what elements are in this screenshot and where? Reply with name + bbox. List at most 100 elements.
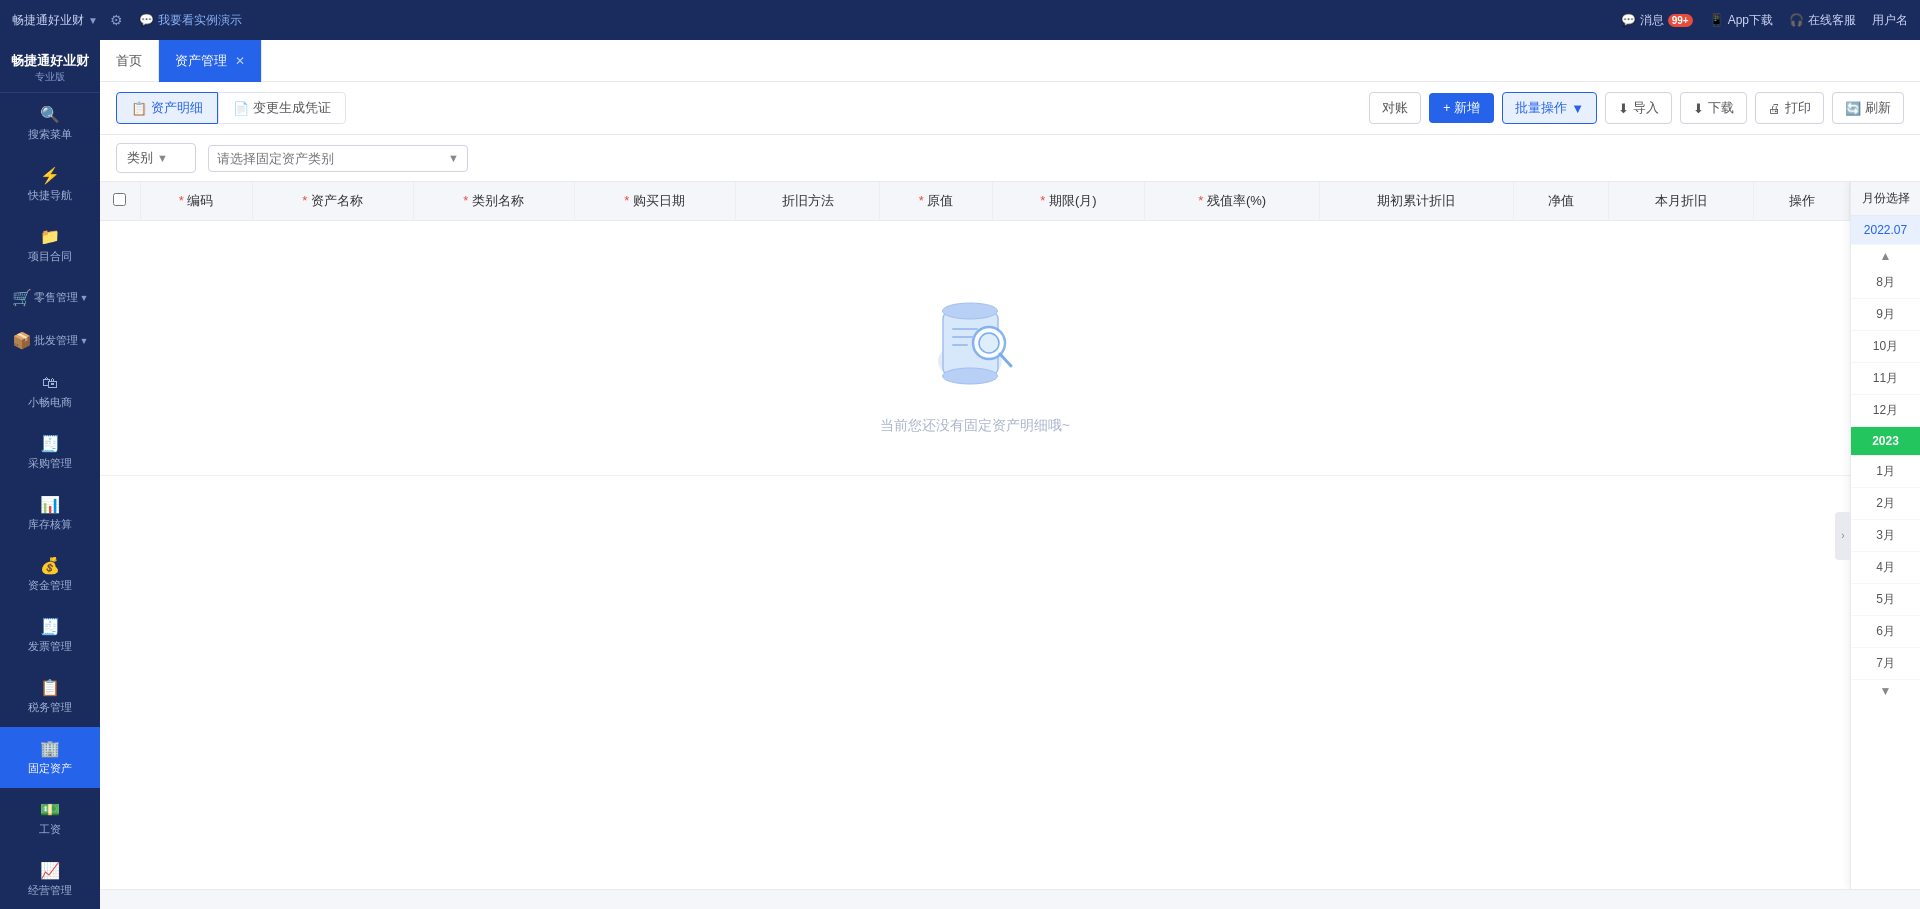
page-content: 📋 资产明细 📄 变更生成凭证 对账 + 新增	[100, 82, 1920, 909]
print-button[interactable]: 🖨 打印	[1755, 92, 1824, 124]
add-button[interactable]: + 新增	[1429, 93, 1494, 123]
month-item-3[interactable]: 3月	[1851, 520, 1920, 552]
category-type-arrow-icon: ▼	[157, 152, 168, 164]
online-service-button[interactable]: 🎧 在线客服	[1789, 12, 1856, 29]
sidebar-label-invoice: 发票管理	[28, 639, 72, 654]
sidebar-item-tax[interactable]: 📋 税务管理	[0, 666, 100, 727]
message-label: 消息	[1640, 12, 1664, 29]
bottom-scroll-bar[interactable]	[100, 889, 1920, 909]
tab-asset-close-icon[interactable]: ✕	[235, 54, 245, 68]
add-label: + 新增	[1443, 99, 1480, 117]
subtab-detail-icon: 📋	[131, 101, 147, 116]
month-list: 2022.07 ▲ 8月 9月 10月 11月 12月 2023 1月 2月 3…	[1851, 216, 1920, 889]
download-button[interactable]: ⬇ 下载	[1680, 92, 1747, 124]
refresh-button[interactable]: 🔄 刷新	[1832, 92, 1904, 124]
print-label: 打印	[1785, 99, 1811, 117]
month-item-12[interactable]: 12月	[1851, 395, 1920, 427]
category-input[interactable]	[209, 146, 448, 171]
sidebar-label-search: 搜索菜单	[28, 127, 72, 142]
month-panel-toggle[interactable]: ›	[1835, 512, 1851, 560]
sidebar-label-operation: 经营管理	[28, 883, 72, 898]
month-item-6[interactable]: 6月	[1851, 616, 1920, 648]
headset-icon: 🎧	[1789, 13, 1804, 27]
month-item-2[interactable]: 2月	[1851, 488, 1920, 520]
sidebar-item-inventory[interactable]: 📊 库存核算	[0, 483, 100, 544]
empty-illustration	[915, 281, 1035, 401]
logo-main: 畅捷通好业财	[8, 52, 92, 70]
sidebar-label-fixed: 固定资产	[28, 761, 72, 776]
month-item-8[interactable]: 8月	[1851, 267, 1920, 299]
month-item-5[interactable]: 5月	[1851, 584, 1920, 616]
sidebar-item-operation[interactable]: 📈 经营管理	[0, 849, 100, 909]
project-icon: 📁	[40, 227, 60, 246]
salary-icon: 💵	[40, 800, 60, 819]
svg-point-5	[979, 333, 999, 353]
app-logo: 畅捷通好业财 专业版	[0, 40, 100, 93]
company-name: 畅捷通好业财	[12, 12, 84, 29]
refresh-icon: 🔄	[1845, 101, 1861, 116]
batch-button[interactable]: 批量操作 ▼	[1502, 92, 1597, 124]
sidebar-item-project[interactable]: 📁 项目合同	[0, 215, 100, 276]
month-item-10[interactable]: 10月	[1851, 331, 1920, 363]
wholesale-arrow-icon: ▼	[80, 336, 89, 346]
sidebar-item-quicknav[interactable]: ⚡ 快捷导航	[0, 154, 100, 215]
month-item-9[interactable]: 9月	[1851, 299, 1920, 331]
toolbar-right: 对账 + 新增 批量操作 ▼ ⬇ 导入 ⬇ 下载	[1369, 92, 1904, 124]
sidebar-item-wholesale[interactable]: 📦 批发管理 ▼	[0, 319, 100, 362]
company-selector[interactable]: 畅捷通好业财 ▼	[12, 12, 98, 29]
subtab-voucher[interactable]: 📄 变更生成凭证	[218, 92, 346, 124]
tab-asset[interactable]: 资产管理 ✕	[159, 40, 262, 82]
sidebar-item-search[interactable]: 🔍 搜索菜单	[0, 93, 100, 154]
sidebar-item-retail[interactable]: 🛒 零售管理 ▼	[0, 276, 100, 319]
tab-home-label: 首页	[116, 52, 142, 70]
sidebar-item-capital[interactable]: 💰 资金管理	[0, 544, 100, 605]
top-bar: 畅捷通好业财 ▼ ⚙ 💬 我要看实例演示 💬 消息 99+ 📱 App下载 🎧 …	[0, 0, 1920, 40]
ecommerce-icon: 🛍	[42, 374, 58, 392]
reconcile-button[interactable]: 对账	[1369, 92, 1421, 124]
sidebar-item-salary[interactable]: 💵 工资	[0, 788, 100, 849]
category-filter[interactable]: ▼	[208, 145, 468, 172]
svg-point-3	[942, 368, 997, 384]
col-code: * 编码	[140, 182, 252, 221]
settings-icon[interactable]: ⚙	[110, 12, 123, 28]
tabs-bar: 首页 资产管理 ✕	[100, 40, 1920, 82]
download-icon: ⬇	[1693, 101, 1704, 116]
purchase-icon: 🧾	[40, 434, 60, 453]
category-type-label: 类别	[127, 149, 153, 167]
month-up-nav[interactable]: ▲	[1851, 245, 1920, 267]
message-button[interactable]: 💬 消息 99+	[1621, 12, 1693, 29]
sidebar-item-invoice[interactable]: 🧾 发票管理	[0, 605, 100, 666]
category-type-selector[interactable]: 类别 ▼	[116, 143, 196, 173]
sidebar-item-purchase[interactable]: 🧾 采购管理	[0, 422, 100, 483]
month-down-nav[interactable]: ▼	[1851, 680, 1920, 702]
col-depreciation-method: 折旧方法	[735, 182, 880, 221]
month-panel-title: 月份选择	[1851, 182, 1920, 216]
user-menu[interactable]: 用户名	[1872, 12, 1908, 29]
sidebar-item-fixed[interactable]: 🏢 固定资产	[0, 727, 100, 788]
month-item-11[interactable]: 11月	[1851, 363, 1920, 395]
demo-button[interactable]: 💬 我要看实例演示	[139, 12, 242, 29]
col-residual: * 残值率(%)	[1145, 182, 1320, 221]
app-download-button[interactable]: 📱 App下载	[1709, 12, 1773, 29]
content-area: 首页 资产管理 ✕ 📋 资产明细 📄 变更生成凭证	[100, 40, 1920, 909]
sidebar-item-ecommerce[interactable]: 🛍 小畅电商	[0, 362, 100, 422]
subtab-detail[interactable]: 📋 资产明细	[116, 92, 218, 124]
tab-asset-label: 资产管理	[175, 52, 227, 70]
search-icon: 🔍	[40, 105, 60, 124]
svg-point-2	[942, 303, 997, 319]
sidebar-label-salary: 工资	[39, 822, 61, 837]
col-category: * 类别名称	[413, 182, 574, 221]
empty-state: 当前您还没有固定资产明细哦~	[100, 221, 1850, 475]
app-label: App下载	[1728, 12, 1773, 29]
sidebar-label-wholesale: 批发管理	[34, 333, 78, 348]
subtab-voucher-icon: 📄	[233, 101, 249, 116]
select-all-checkbox[interactable]	[113, 193, 126, 206]
col-accumulated: 期初累计折旧	[1319, 182, 1513, 221]
refresh-label: 刷新	[1865, 99, 1891, 117]
month-item-2022-07[interactable]: 2022.07	[1851, 216, 1920, 245]
month-item-4[interactable]: 4月	[1851, 552, 1920, 584]
month-item-1[interactable]: 1月	[1851, 456, 1920, 488]
tab-home[interactable]: 首页	[100, 40, 159, 82]
import-button[interactable]: ⬇ 导入	[1605, 92, 1672, 124]
month-item-7[interactable]: 7月	[1851, 648, 1920, 680]
